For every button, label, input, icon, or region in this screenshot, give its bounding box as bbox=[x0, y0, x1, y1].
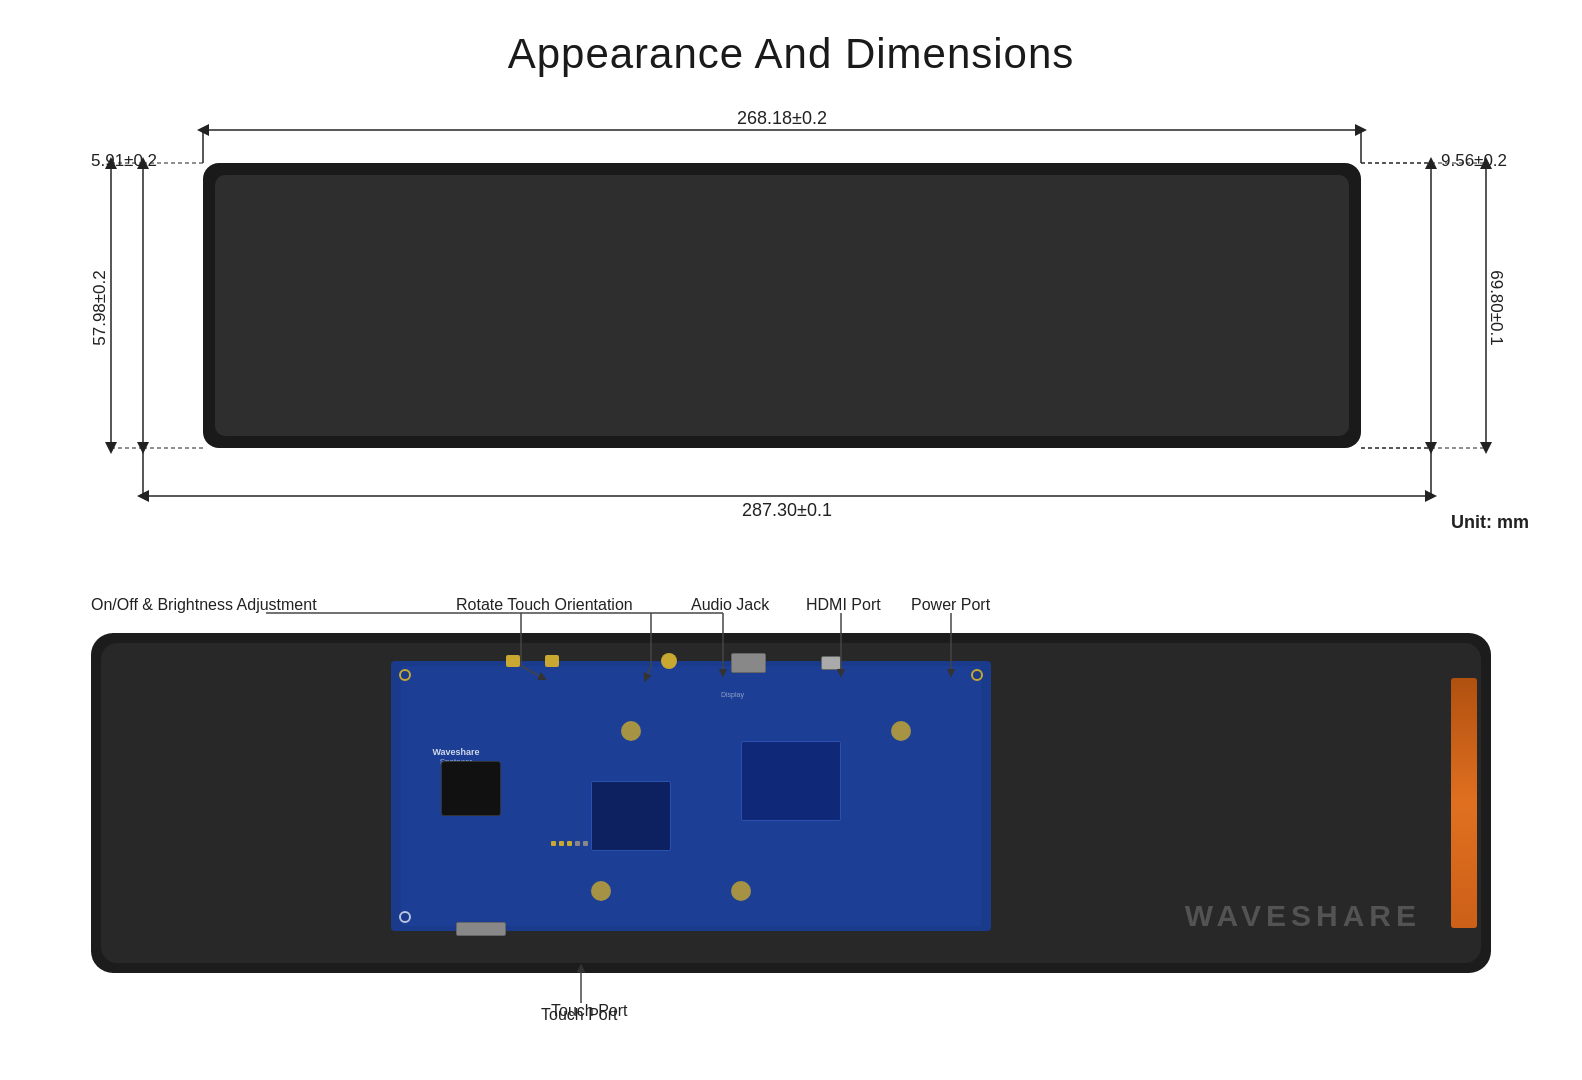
unit-label: Unit: mm bbox=[1451, 512, 1529, 532]
touch-port-label: Touch Port bbox=[541, 1006, 618, 1023]
rotate-touch-label: Rotate Touch Orientation bbox=[456, 596, 633, 613]
device-top-view bbox=[203, 163, 1361, 448]
svg-line-21 bbox=[521, 666, 543, 678]
power-port-label: Power Port bbox=[911, 596, 991, 613]
top-left-offset-label: 5.91±0.2 bbox=[91, 151, 157, 170]
audio-jack-label: Audio Jack bbox=[691, 596, 770, 613]
hdmi-port-label: HDMI Port bbox=[806, 596, 881, 613]
port-annotations-svg: On/Off & Brightness Adjustment Rotate To… bbox=[91, 558, 1491, 1028]
right-height-label: 69.80±0.1 bbox=[1487, 270, 1506, 346]
top-width-label: 268.18±0.2 bbox=[737, 108, 827, 128]
bottom-diagram: On/Off & Brightness Adjustment Rotate To… bbox=[91, 558, 1491, 1028]
bottom-width-label: 287.30±0.1 bbox=[742, 500, 832, 520]
onoff-label: On/Off & Brightness Adjustment bbox=[91, 596, 317, 613]
svg-line-23 bbox=[646, 666, 651, 678]
top-right-offset-label: 9.56±0.2 bbox=[1441, 151, 1507, 170]
dimension-diagram: 268.18±0.2 5.91±0.2 9.56±0.2 57.98±0.2 bbox=[91, 108, 1491, 538]
page-title: Appearance And Dimensions bbox=[40, 30, 1542, 78]
left-height-label: 57.98±0.2 bbox=[90, 270, 109, 346]
